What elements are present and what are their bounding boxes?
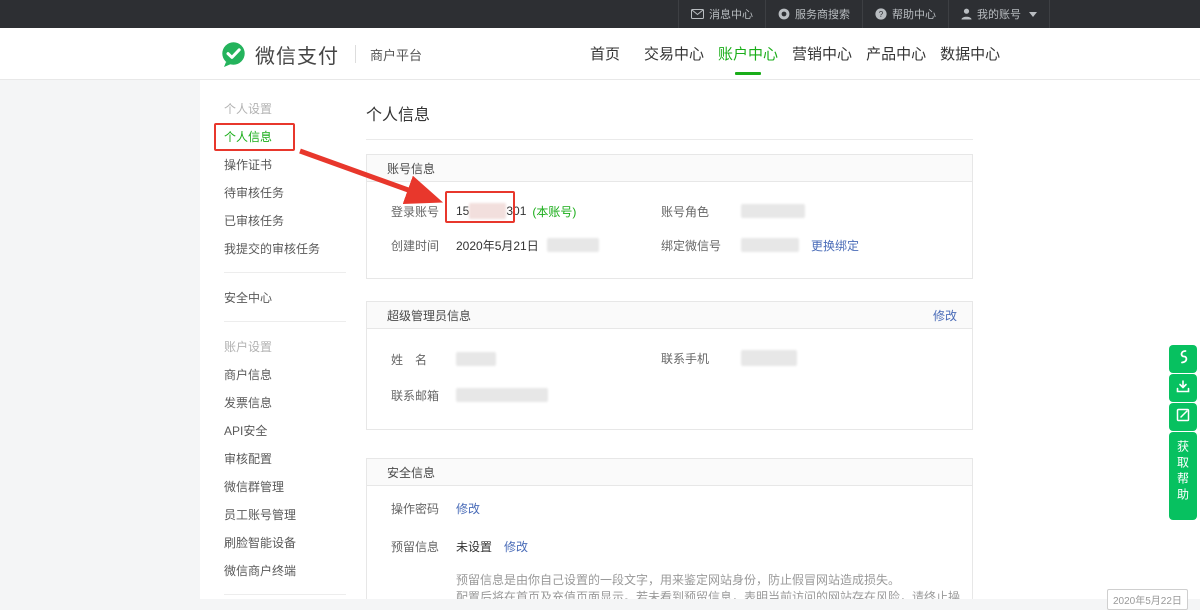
reserved-info-status: 未设置 [456,538,492,555]
redacted-bound-wechat [741,238,799,252]
contact-email-label: 联系邮箱 [391,387,456,404]
reserved-info-label: 预留信息 [391,538,456,555]
header: 微信支付 商户平台 首页 交易中心 账户中心 营销中心 产品中心 数据中心 [0,28,1200,80]
page-title: 个人信息 [366,101,973,125]
description-line: 配置后将在首页及充值页面显示。若未看到预留信息，表明当前访问的网站存在风险，请终… [456,589,972,599]
sidebar-heading-personal-settings: 个人设置 [200,94,346,122]
super-admin-modify-link[interactable]: 修改 [933,307,957,324]
link-icon [1176,349,1190,370]
redacted-created-time [547,238,599,252]
brand-name: 微信支付 [255,40,339,69]
date-badge: 2020年5月22日 [1107,589,1188,610]
quick-link-button[interactable] [1169,345,1197,373]
chevron-down-icon [1029,12,1037,17]
edit-icon [1176,408,1190,427]
created-time-value: 2020年5月21日 [456,237,599,254]
nav-marketing-center[interactable]: 营销中心 [792,43,852,66]
download-button[interactable] [1169,374,1197,402]
login-account-label: 登录账号 [391,203,456,220]
topbar-item-label: 我的账号 [977,6,1021,22]
wechat-pay-logo-icon [220,41,247,68]
sidebar-item-invoice-info[interactable]: 发票信息 [200,388,346,416]
user-icon [961,8,972,20]
operation-password-modify-link[interactable]: 修改 [456,500,480,517]
nav-data-center[interactable]: 数据中心 [940,43,1000,66]
current-account-tag: (本账号) [532,203,576,220]
redacted-account-role [741,204,805,218]
topbar-item-label: 消息中心 [709,6,753,22]
feedback-edit-button[interactable] [1169,403,1197,431]
sidebar-item-api-security[interactable]: API安全 [200,416,346,444]
brand-separator [355,45,356,63]
main-nav: 首页 交易中心 账户中心 营销中心 产品中心 数据中心 [590,28,1014,80]
sidebar-item-personal-info[interactable]: 个人信息 [200,122,346,150]
created-time-label: 创建时间 [391,237,456,254]
sidebar-item-wechat-group-management[interactable]: 微信群管理 [200,472,346,500]
redacted-admin-name [456,352,496,366]
security-info-card-title: 安全信息 [387,464,435,481]
nav-product-center[interactable]: 产品中心 [866,43,926,66]
sidebar-divider [224,594,346,595]
search-icon [778,8,790,20]
login-account-value: 15 301 [456,203,526,219]
nav-account-center[interactable]: 账户中心 [718,43,778,66]
sidebar-item-face-payment-device[interactable]: 刷脸智能设备 [200,528,346,556]
sidebar-item-wechat-merchant-terminal[interactable]: 微信商户终端 [200,556,346,584]
sidebar-heading-account-settings: 账户设置 [200,332,346,360]
topbar-help-center[interactable]: ? 帮助中心 [862,0,948,28]
brand-subtitle: 商户平台 [370,45,422,64]
sidebar-item-staff-account-management[interactable]: 员工账号管理 [200,500,346,528]
operation-password-label: 操作密码 [391,500,456,517]
sidebar-item-reviewed-tasks[interactable]: 已审核任务 [200,206,346,234]
svg-text:?: ? [879,10,884,19]
admin-name-label: 姓 名 [391,351,456,368]
nav-transaction-center[interactable]: 交易中心 [644,43,704,66]
super-admin-card: 超级管理员信息 修改 姓 名 联系手机 联系邮箱 [366,301,973,430]
redacted-login-middle [469,203,506,219]
download-icon [1176,379,1190,398]
redacted-contact-email [456,388,548,402]
sidebar-item-review-config[interactable]: 审核配置 [200,444,346,472]
sidebar-divider [224,272,346,273]
get-help-button[interactable]: 获取帮助 [1169,432,1197,520]
redacted-contact-phone [741,350,797,366]
sidebar-divider [224,321,346,322]
super-admin-card-header: 超级管理员信息 修改 [367,302,972,329]
reserved-info-description: 预留信息是由你自己设置的一段文字，用来鉴定网站身份，防止假冒网站造成损失。 配置… [456,572,972,599]
help-icon: ? [875,8,887,20]
reserved-info-modify-link[interactable]: 修改 [504,538,528,555]
sidebar: 个人设置 个人信息 操作证书 待审核任务 已审核任务 我提交的审核任务 安全中心… [200,80,346,599]
account-info-card: 账号信息 登录账号 15 301 (本账号) 账号角色 [366,154,973,279]
mail-icon [691,9,704,19]
sidebar-item-security-center[interactable]: 安全中心 [200,283,346,311]
security-info-card-header: 安全信息 [367,459,972,486]
description-line: 预留信息是由你自己设置的一段文字，用来鉴定网站身份，防止假冒网站造成损失。 [456,572,972,589]
topbar-service-provider-search[interactable]: 服务商搜索 [765,0,862,28]
sidebar-item-operation-certificate[interactable]: 操作证书 [200,150,346,178]
account-role-label: 账号角色 [661,203,741,220]
topbar-item-label: 帮助中心 [892,6,936,22]
contact-phone-label: 联系手机 [661,350,741,367]
account-info-card-title: 账号信息 [387,160,435,177]
topbar: 消息中心 服务商搜索 ? 帮助中心 我的账号 [0,0,1200,28]
sidebar-item-pending-review-tasks[interactable]: 待审核任务 [200,178,346,206]
super-admin-card-title: 超级管理员信息 [387,307,471,324]
account-info-card-header: 账号信息 [367,155,972,182]
bound-wechat-label: 绑定微信号 [661,237,741,254]
rebind-wechat-link[interactable]: 更换绑定 [811,237,859,254]
title-divider [366,139,973,140]
nav-home[interactable]: 首页 [590,43,620,66]
topbar-my-account[interactable]: 我的账号 [948,0,1050,28]
sidebar-item-merchant-info[interactable]: 商户信息 [200,360,346,388]
sidebar-item-my-submitted-review-tasks[interactable]: 我提交的审核任务 [200,234,346,262]
brand[interactable]: 微信支付 商户平台 [220,28,422,80]
topbar-item-label: 服务商搜索 [795,6,850,22]
floating-help-stack: 获取帮助 [1169,345,1197,520]
main-panel: 个人信息 账号信息 登录账号 15 301 (本账号) [366,80,973,599]
topbar-message-center[interactable]: 消息中心 [678,0,765,28]
security-info-card: 安全信息 操作密码 修改 预留信息 未设置 修改 预留 [366,458,973,599]
content-area: 个人设置 个人信息 操作证书 待审核任务 已审核任务 我提交的审核任务 安全中心… [200,80,1200,599]
